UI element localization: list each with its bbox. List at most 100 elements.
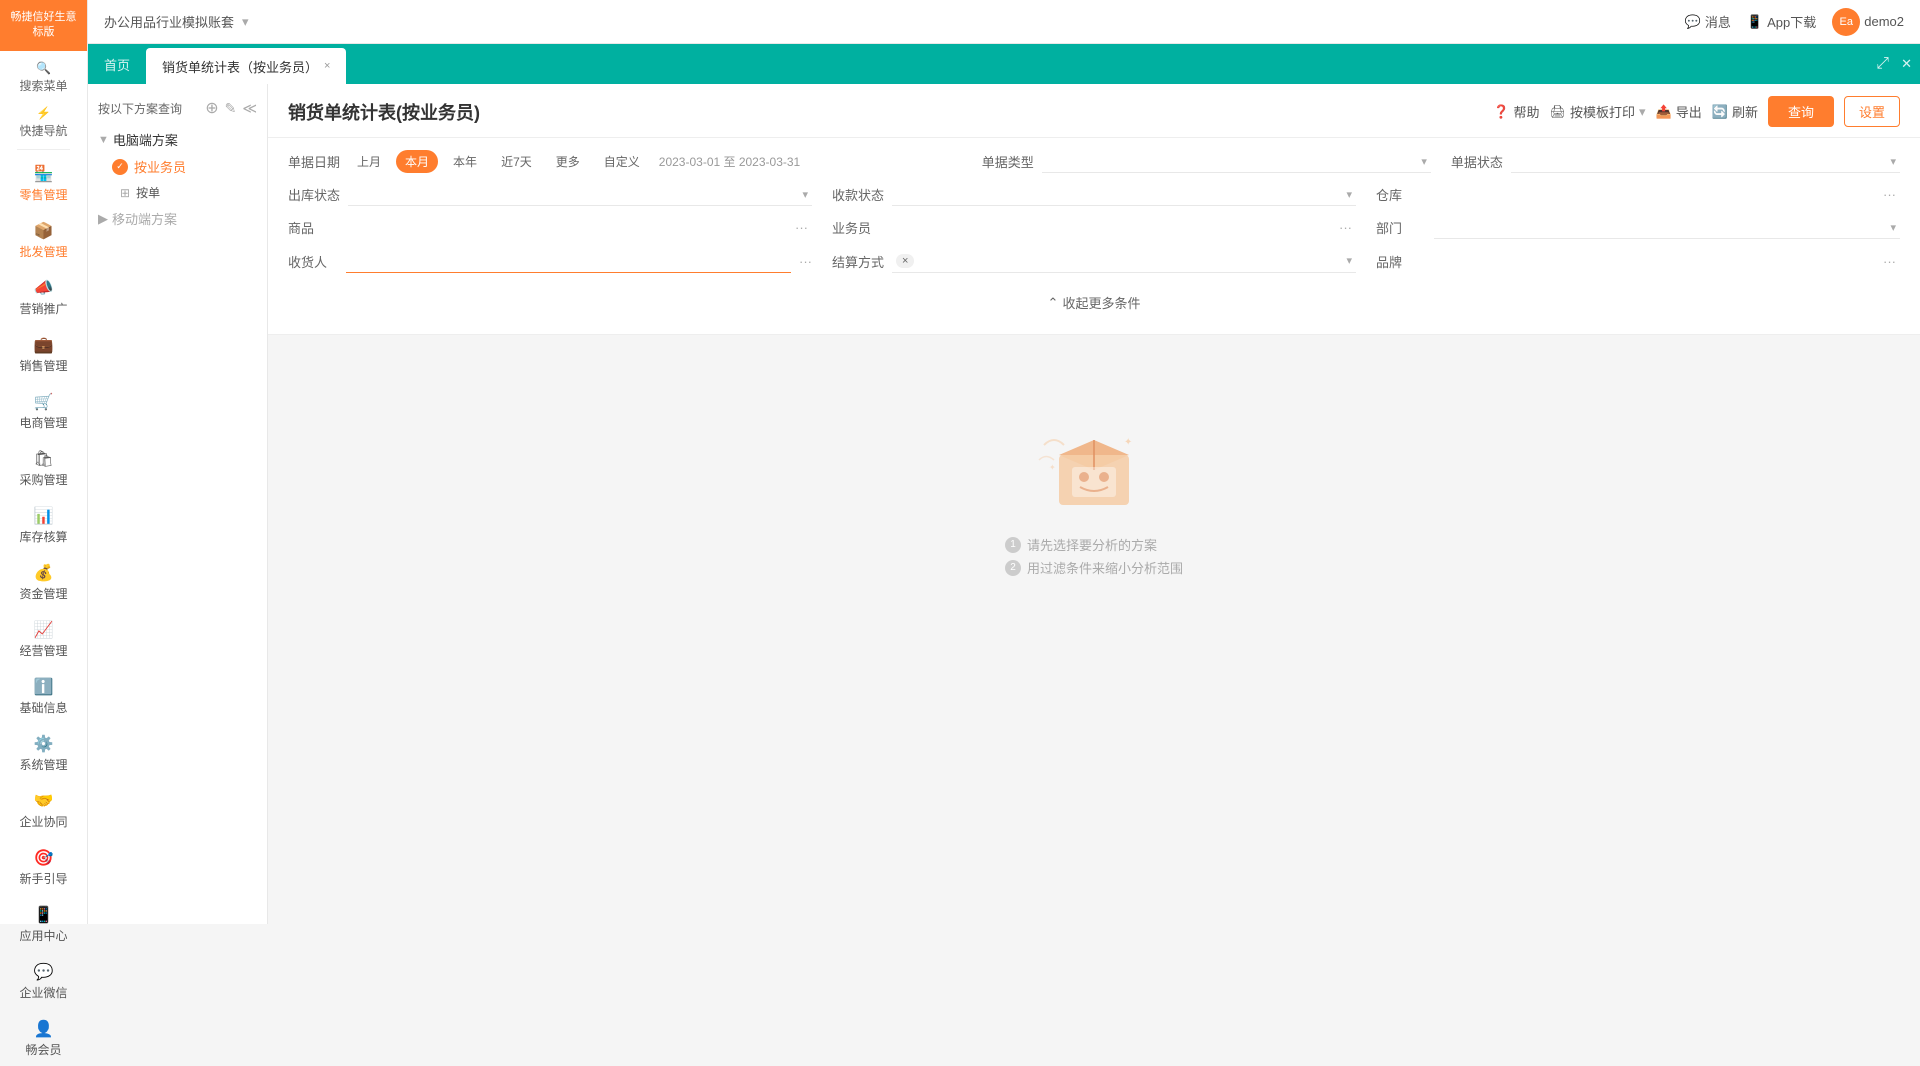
dept-arrow-icon: ▾ xyxy=(1890,221,1896,234)
date-btn-last-month[interactable]: 上月 xyxy=(348,150,390,173)
tab-close-icon[interactable]: × xyxy=(324,60,330,72)
sidebar-item-inventory[interactable]: 📊 库存核算 xyxy=(0,496,87,553)
brand-select[interactable]: ··· xyxy=(1434,250,1900,273)
search-icon: 🔍 xyxy=(36,61,51,75)
sidebar-item-operations[interactable]: 📈 经营管理 xyxy=(0,610,87,667)
sidebar-item-enterprise[interactable]: 🤝 企业协同 xyxy=(0,781,87,838)
ecommerce-icon: 🛒 xyxy=(34,392,54,412)
sidebar-item-marketing[interactable]: 📣 营销推广 xyxy=(0,268,87,325)
tree-desktop-label: 电脑端方案 xyxy=(113,130,178,149)
payment-status-select[interactable]: ▾ xyxy=(892,184,1356,206)
tab-maximize-icon[interactable]: ⤢ xyxy=(1876,55,1889,73)
empty-state: ✦ ✦ 1 请先选择要分析的方案 2 用过滤条件来缩小分析范围 xyxy=(268,335,1920,661)
warehouse-select[interactable]: ··· xyxy=(1434,183,1900,206)
goods-select[interactable]: ··· xyxy=(346,216,812,239)
filter-row-3: 商品 ··· 业务员 ··· 部门 xyxy=(288,216,1900,239)
dropdown-arrow-icon[interactable]: ▾ xyxy=(242,14,249,30)
page-header: 销货单统计表(按业务员) ❓ 帮助 🖨 按模板打印 ▾ 📤 导出 xyxy=(268,84,1920,138)
filter-consignee: 收货人 ··· xyxy=(288,249,812,273)
sidebar-item-purchase[interactable]: 🛍 采购管理 xyxy=(0,439,87,496)
settings-button[interactable]: 设置 xyxy=(1844,96,1900,127)
consignee-input[interactable] xyxy=(346,249,791,273)
app-logo[interactable]: 畅捷信好生意 标版 xyxy=(0,0,87,51)
out-status-select[interactable]: ▾ xyxy=(348,184,812,206)
logo-subtext: 标版 xyxy=(8,25,79,40)
date-btn-this-year[interactable]: 本年 xyxy=(444,150,486,173)
help-btn[interactable]: ❓ 帮助 xyxy=(1493,102,1539,121)
tree-mobile-group[interactable]: ▶ 移动端方案 xyxy=(88,205,267,232)
hint-text-1: 请先选择要分析的方案 xyxy=(1027,535,1157,554)
collapse-panel-icon[interactable]: ≪ xyxy=(242,100,257,117)
brand-label: 品牌 xyxy=(1376,252,1426,271)
filter-salesperson: 业务员 ··· xyxy=(832,216,1356,239)
date-btn-this-month[interactable]: 本月 xyxy=(396,150,438,173)
tree-active-node[interactable]: ✓ 按业务员 xyxy=(88,153,267,180)
filter-out-status: 出库状态 ▾ xyxy=(288,184,812,206)
hint-text-2: 用过滤条件来缩小分析范围 xyxy=(1027,558,1183,577)
wholesale-icon: 📦 xyxy=(34,221,54,241)
app-download-btn[interactable]: 📱 App下载 xyxy=(1747,12,1816,31)
export-btn[interactable]: 📤 导出 xyxy=(1656,102,1702,121)
date-range-display: 2023-03-01 至 2023-03-31 xyxy=(659,153,800,170)
sidebar-item-newbie[interactable]: 🎯 新手引导 xyxy=(0,838,87,895)
sidebar-item-label-enterprise: 企业协同 xyxy=(19,813,67,830)
dept-select[interactable]: ▾ xyxy=(1434,217,1900,239)
close-window-btn[interactable]: ✕ xyxy=(1901,56,1912,72)
print-label: 按模板打印 xyxy=(1570,102,1635,121)
page-title: 销货单统计表(按业务员) xyxy=(288,99,480,125)
sidebar-item-retail[interactable]: 🏪 零售管理 xyxy=(0,154,87,211)
sidebar-item-label-purchase: 采购管理 xyxy=(19,471,67,488)
quick-label: 快捷导航 xyxy=(19,122,67,139)
left-panel: 按以下方案查询 ⊕ ✎ ≪ ▼ 电脑端方案 ✓ 按业务员 ⊞ 按单 ▶ xyxy=(88,84,268,924)
filter-date: 单据日期 上月 本月 本年 近7天 更多 自定义 2023-03-01 至 20… xyxy=(288,150,962,173)
query-button[interactable]: 查询 xyxy=(1768,96,1834,127)
app-download-label: App下载 xyxy=(1767,12,1816,31)
sidebar-item-system[interactable]: ⚙️ 系统管理 xyxy=(0,724,87,781)
sidebar-item-member[interactable]: 👤 畅会员 xyxy=(0,1009,87,1066)
tree-sub-node[interactable]: ⊞ 按单 xyxy=(88,180,267,205)
date-btn-more[interactable]: 更多 xyxy=(547,150,589,173)
sidebar-item-wholesale[interactable]: 📦 批发管理 xyxy=(0,211,87,268)
collapse-btn[interactable]: ⌃ 收起更多条件 xyxy=(1028,287,1161,318)
sidebar-item-ecommerce[interactable]: 🛒 电商管理 xyxy=(0,382,87,439)
refresh-btn[interactable]: 🔄 刷新 xyxy=(1712,102,1758,121)
topbar-left: 办公用品行业模拟账套 ▾ xyxy=(104,12,249,31)
filter-dept: 部门 ▾ xyxy=(1376,217,1900,239)
tabbar: 首页 销货单统计表（按业务员） × ⤢ ✕ xyxy=(88,44,1920,84)
download-icon: 📱 xyxy=(1747,14,1763,30)
edit-scheme-icon[interactable]: ✎ xyxy=(225,100,237,117)
sidebar-item-label-retail: 零售管理 xyxy=(19,186,67,203)
sidebar-item-basic[interactable]: ℹ️ 基础信息 xyxy=(0,667,87,724)
settlement-select[interactable]: × ▾ xyxy=(892,250,1356,273)
account-selector[interactable]: 办公用品行业模拟账套 xyxy=(104,12,234,31)
consignee-label: 收货人 xyxy=(288,252,338,271)
sidebar-item-wechat[interactable]: 💬 企业微信 xyxy=(0,952,87,1009)
hint-num-2: 2 xyxy=(1005,560,1021,576)
tree-desktop-group[interactable]: ▼ 电脑端方案 xyxy=(88,126,267,153)
user-profile[interactable]: Ea demo2 xyxy=(1832,8,1904,36)
settlement-tag[interactable]: × xyxy=(896,254,914,268)
tab-home[interactable]: 首页 xyxy=(88,44,146,84)
salesperson-select[interactable]: ··· xyxy=(890,216,1356,239)
message-btn[interactable]: 💬 消息 xyxy=(1685,12,1731,31)
left-panel-title: 按以下方案查询 xyxy=(98,100,182,117)
sidebar-item-apps[interactable]: 📱 应用中心 xyxy=(0,895,87,952)
sidebar-item-finance[interactable]: 💰 资金管理 xyxy=(0,553,87,610)
add-scheme-icon[interactable]: ⊕ xyxy=(205,98,218,118)
payment-status-arrow-icon: ▾ xyxy=(1346,188,1352,201)
sidebar-search[interactable]: 🔍 搜索菜单 xyxy=(19,51,67,100)
sidebar-quick-nav[interactable]: ⚡ 快捷导航 xyxy=(19,100,67,145)
tab-active[interactable]: 销货单统计表（按业务员） × xyxy=(146,48,346,84)
date-btn-7days[interactable]: 近7天 xyxy=(492,150,541,173)
warehouse-dots-icon: ··· xyxy=(1883,187,1896,202)
doc-type-select[interactable]: ▾ xyxy=(1042,151,1431,173)
sidebar-divider-1 xyxy=(17,149,69,150)
sales-icon: 💼 xyxy=(34,335,54,355)
date-btn-custom[interactable]: 自定义 xyxy=(595,150,649,173)
doc-status-select[interactable]: ▾ xyxy=(1511,151,1900,173)
svg-text:✦: ✦ xyxy=(1049,463,1056,472)
print-btn[interactable]: 🖨 按模板打印 ▾ xyxy=(1550,102,1646,121)
sidebar-item-sales[interactable]: 💼 销售管理 xyxy=(0,325,87,382)
sidebar: 畅捷信好生意 标版 🔍 搜索菜单 ⚡ 快捷导航 🏪 零售管理 📦 批发管理 📣 … xyxy=(0,0,88,924)
collapse-row: ⌃ 收起更多条件 xyxy=(288,283,1900,322)
